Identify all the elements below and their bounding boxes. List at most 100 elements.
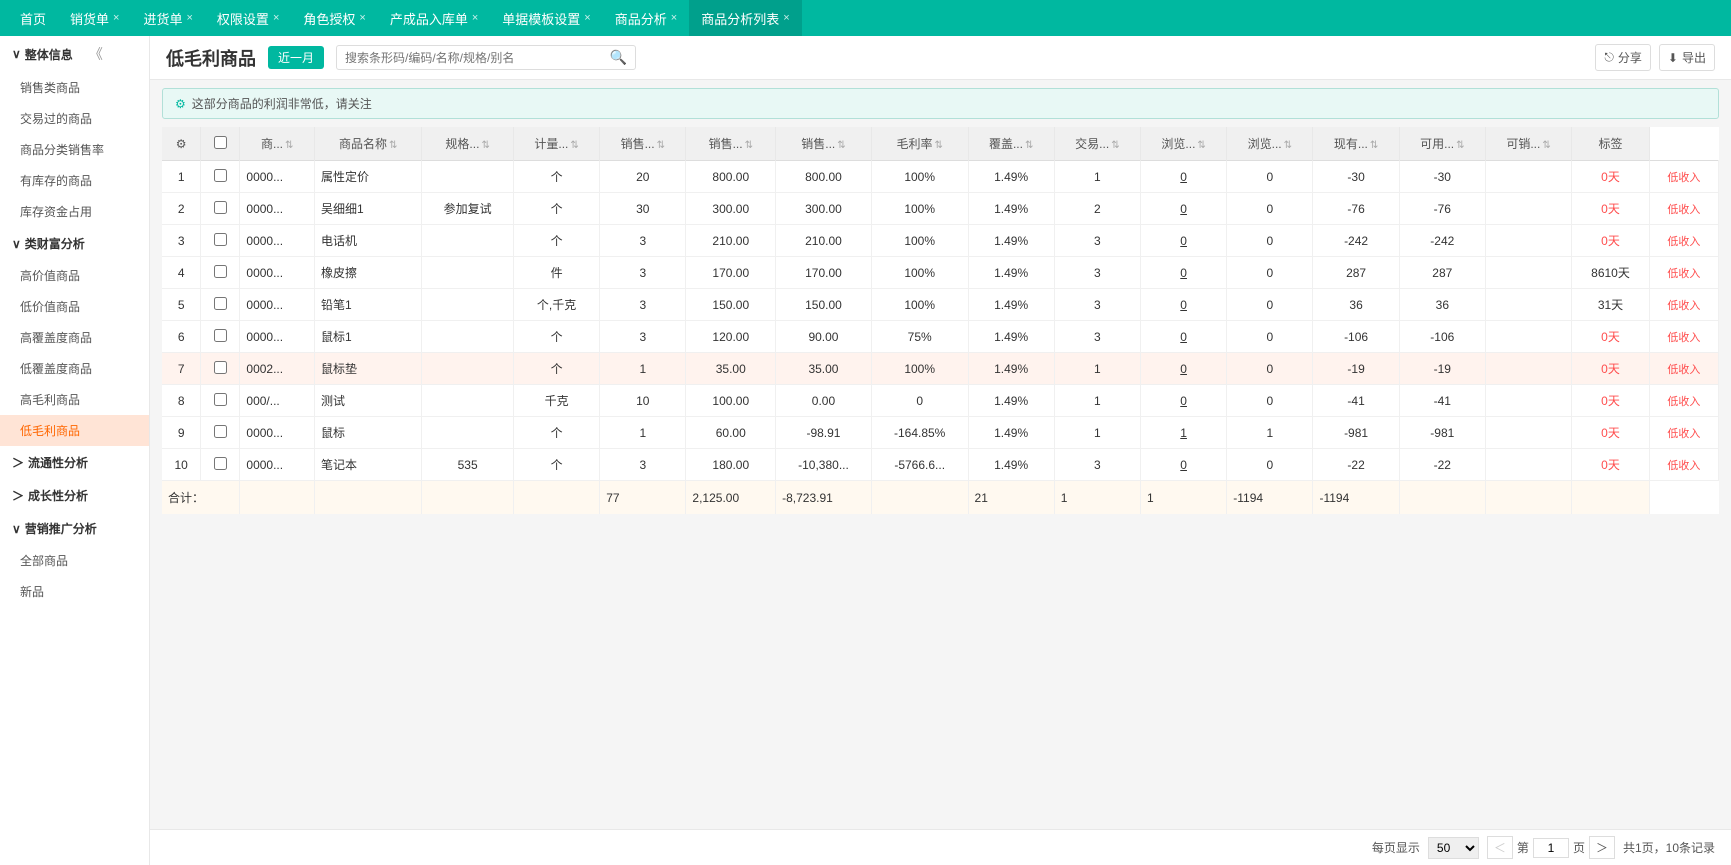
- nav-permission[interactable]: 权限设置 ×: [205, 0, 291, 36]
- nav-role[interactable]: 角色授权 ×: [291, 0, 377, 36]
- row-checkbox[interactable]: [201, 289, 240, 321]
- per-page-select[interactable]: 50 100 200: [1428, 837, 1479, 859]
- total-row: 合计： 77 2,125.00 -8,723.91 21 1 1 -1194: [162, 481, 1719, 515]
- th-checkbox[interactable]: [201, 127, 240, 161]
- row-avail: 36: [1399, 289, 1485, 321]
- next-page-btn[interactable]: ＞: [1589, 836, 1615, 859]
- prev-page-btn[interactable]: ＜: [1487, 836, 1513, 859]
- th-trade[interactable]: 交易...⇅: [1054, 127, 1140, 161]
- row-select-checkbox[interactable]: [214, 265, 227, 278]
- th-profit-pct[interactable]: 毛利率⇅: [871, 127, 968, 161]
- sidebar-group-growth[interactable]: ＞ 成长性分析: [0, 479, 149, 512]
- sidebar-group-overall[interactable]: ∨ 整体信息: [0, 38, 85, 71]
- row-unit: 个: [513, 161, 599, 193]
- row-select-checkbox[interactable]: [214, 457, 227, 470]
- row-checkbox[interactable]: [201, 385, 240, 417]
- row-select-checkbox[interactable]: [214, 361, 227, 374]
- nav-purchase[interactable]: 进货单 ×: [131, 0, 204, 36]
- nav-goods-analysis-list[interactable]: 商品分析列表 ×: [689, 0, 801, 36]
- sidebar-item-high-coverage[interactable]: 高覆盖度商品: [0, 322, 149, 353]
- row-select-checkbox[interactable]: [214, 297, 227, 310]
- row-checkbox[interactable]: [201, 321, 240, 353]
- nav-product-in[interactable]: 产成品入库单 ×: [378, 0, 490, 36]
- share-button[interactable]: ⎋ 分享: [1595, 44, 1651, 71]
- row-profit-pct: 100%: [871, 225, 968, 257]
- nav-goods-list-close[interactable]: ×: [783, 12, 789, 24]
- row-checkbox[interactable]: [201, 225, 240, 257]
- row-checkbox[interactable]: [201, 449, 240, 481]
- sidebar-item-capital[interactable]: 库存资金占用: [0, 196, 149, 227]
- row-name: 铅笔1: [315, 289, 422, 321]
- row-days: 0天: [1572, 353, 1650, 385]
- sidebar-item-instock[interactable]: 有库存的商品: [0, 165, 149, 196]
- row-select-checkbox[interactable]: [214, 201, 227, 214]
- sidebar-group-flow[interactable]: ＞ 流通性分析: [0, 446, 149, 479]
- th-unit[interactable]: 计量...⇅: [513, 127, 599, 161]
- row-checkbox[interactable]: [201, 161, 240, 193]
- th-current[interactable]: 现有...⇅: [1313, 127, 1399, 161]
- th-browse2[interactable]: 浏览...⇅: [1227, 127, 1313, 161]
- nav-purchase-close[interactable]: ×: [186, 12, 192, 24]
- main-layout: ∨ 整体信息 《 销售类商品 交易过的商品 商品分类销售率 有库存的商品 库存资…: [0, 36, 1731, 865]
- sidebar-item-sales-goods[interactable]: 销售类商品: [0, 72, 149, 103]
- row-select-checkbox[interactable]: [214, 425, 227, 438]
- th-settings[interactable]: ⚙: [162, 127, 201, 161]
- nav-sales-close[interactable]: ×: [113, 12, 119, 24]
- row-select-checkbox[interactable]: [214, 393, 227, 406]
- sidebar-item-category-rate[interactable]: 商品分类销售率: [0, 134, 149, 165]
- row-saleable: [1485, 193, 1571, 225]
- export-button[interactable]: ⬇ 导出: [1659, 44, 1715, 71]
- row-checkbox[interactable]: [201, 353, 240, 385]
- sidebar-item-low-margin[interactable]: 低毛利商品: [0, 415, 149, 446]
- row-checkbox[interactable]: [201, 257, 240, 289]
- th-spec[interactable]: 规格...⇅: [422, 127, 514, 161]
- nav-template[interactable]: 单据模板设置 ×: [490, 0, 602, 36]
- nav-permission-close[interactable]: ×: [273, 12, 279, 24]
- row-sales-qty: 3: [600, 257, 686, 289]
- nav-goods-analysis-close[interactable]: ×: [671, 12, 677, 24]
- sidebar-group-wealth[interactable]: ∨ 类财富分析: [0, 227, 149, 260]
- th-saleable[interactable]: 可销...⇅: [1485, 127, 1571, 161]
- row-select-checkbox[interactable]: [214, 233, 227, 246]
- sidebar-item-new-goods[interactable]: 新品: [0, 576, 149, 607]
- sidebar-item-low-coverage[interactable]: 低覆盖度商品: [0, 353, 149, 384]
- th-avail[interactable]: 可用...⇅: [1399, 127, 1485, 161]
- row-name: 测试: [315, 385, 422, 417]
- nav-sales[interactable]: 销货单 ×: [58, 0, 131, 36]
- sidebar-group-marketing[interactable]: ∨ 营销推广分析: [0, 512, 149, 545]
- sidebar-item-traded-goods[interactable]: 交易过的商品: [0, 103, 149, 134]
- table-row: 4 0000... 橡皮擦 件 3 170.00 170.00 100% 1.4…: [162, 257, 1719, 289]
- th-gross-rate[interactable]: 覆盖...⇅: [968, 127, 1054, 161]
- th-sales-qty[interactable]: 销售...⇅: [600, 127, 686, 161]
- sidebar-item-all-goods[interactable]: 全部商品: [0, 545, 149, 576]
- th-name[interactable]: 商品名称⇅: [315, 127, 422, 161]
- th-browse1[interactable]: 浏览...⇅: [1141, 127, 1227, 161]
- row-select-checkbox[interactable]: [214, 169, 227, 182]
- row-browse2: -19: [1313, 353, 1399, 385]
- th-tag[interactable]: 标签: [1572, 127, 1650, 161]
- total-sales-qty: 77: [600, 481, 686, 515]
- page-input[interactable]: [1533, 838, 1569, 858]
- sidebar-item-low-value[interactable]: 低价值商品: [0, 291, 149, 322]
- nav-role-close[interactable]: ×: [359, 12, 365, 24]
- th-sales-profit[interactable]: 销售...⇅: [776, 127, 872, 161]
- sidebar-item-high-margin[interactable]: 高毛利商品: [0, 384, 149, 415]
- th-sales-price[interactable]: 销售...⇅: [686, 127, 776, 161]
- row-coverage: 3: [1054, 449, 1140, 481]
- row-checkbox[interactable]: [201, 417, 240, 449]
- period-button[interactable]: 近一月: [268, 46, 324, 69]
- row-select-checkbox[interactable]: [214, 329, 227, 342]
- nav-product-in-close[interactable]: ×: [472, 12, 478, 24]
- search-icon[interactable]: 🔍: [610, 49, 627, 66]
- sidebar-collapse-btn[interactable]: 《: [85, 36, 107, 72]
- search-box[interactable]: 🔍: [336, 45, 636, 70]
- row-tag: 低收入: [1649, 385, 1718, 417]
- row-checkbox[interactable]: [201, 193, 240, 225]
- th-code[interactable]: 商...⇅: [240, 127, 315, 161]
- sidebar-item-high-value[interactable]: 高价值商品: [0, 260, 149, 291]
- nav-goods-analysis[interactable]: 商品分析 ×: [603, 0, 689, 36]
- search-input[interactable]: [345, 51, 610, 65]
- nav-template-close[interactable]: ×: [584, 12, 590, 24]
- select-all-checkbox[interactable]: [214, 136, 227, 149]
- nav-home[interactable]: 首页: [8, 0, 58, 36]
